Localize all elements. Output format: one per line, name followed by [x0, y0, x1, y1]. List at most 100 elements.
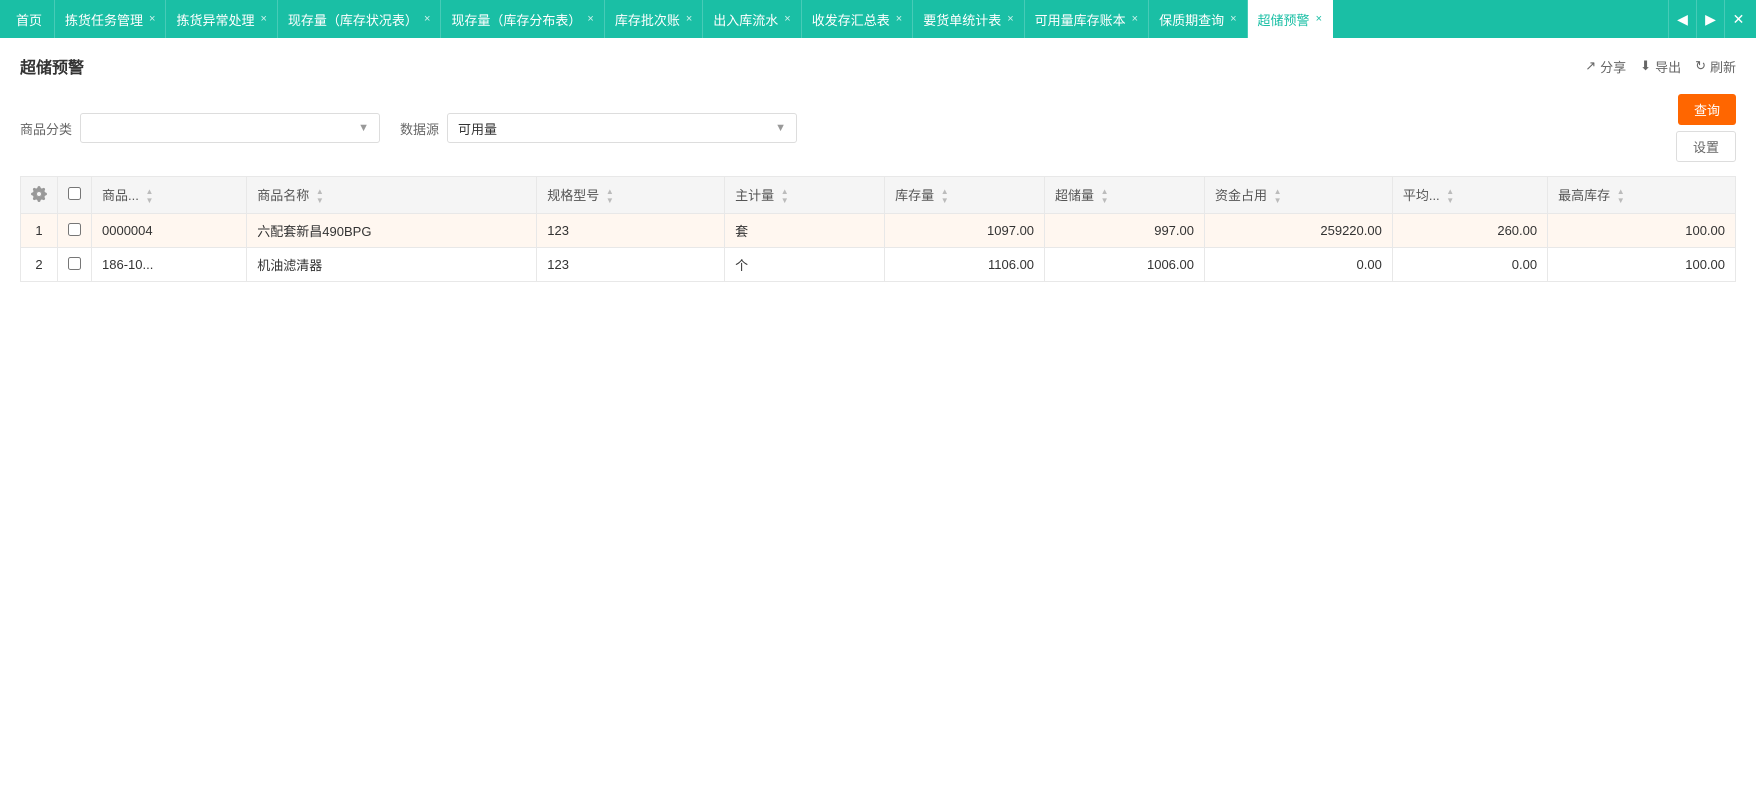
row-spec-0: 123 [537, 214, 725, 248]
tab-t2[interactable]: 拣货异常处理 × [166, 0, 277, 38]
row-stock-1: 1106.00 [885, 248, 1045, 282]
row-avg-0: 260.00 [1392, 214, 1547, 248]
category-chevron-icon: ▼ [358, 122, 369, 134]
data-table: 商品... ▲▼ 商品名称 ▲▼ 规格型号 ▲▼ 主计量 ▲▼ 库存量 ▲▼ 超… [20, 176, 1736, 282]
share-label: 分享 [1600, 57, 1626, 76]
gear-icon [31, 186, 47, 202]
tab-t10[interactable]: 保质期查询 × [1149, 0, 1247, 38]
tab-close-t11[interactable]: × [1316, 13, 1322, 25]
tab-t7[interactable]: 收发存汇总表 × [802, 0, 913, 38]
export-label: 导出 [1655, 57, 1681, 76]
tab-label-t11: 超储预警 [1258, 10, 1310, 29]
row-name-0: 六配套新昌490BPG [247, 214, 537, 248]
tab-label-t5: 库存批次账 [615, 10, 680, 29]
share-button[interactable]: ↗ 分享 [1585, 57, 1626, 76]
row-over-0: 997.00 [1045, 214, 1205, 248]
tab-close-t9[interactable]: × [1132, 13, 1138, 25]
page-header: 超储预警 ↗ 分享 ⬇ 导出 ↻ 刷新 [20, 54, 1736, 78]
tab-label-t9: 可用量库存账本 [1035, 10, 1126, 29]
select-all-checkbox[interactable] [68, 187, 81, 200]
category-filter: 商品分类 ▼ [20, 113, 380, 143]
tab-label-t4: 现存量（库存分布表） [451, 10, 581, 29]
refresh-icon: ↻ [1695, 58, 1706, 74]
row-stock-0: 1097.00 [885, 214, 1045, 248]
tab-close-t4[interactable]: × [587, 13, 593, 25]
tab-close-t10[interactable]: × [1230, 13, 1236, 25]
col-unit-header[interactable]: 主计量 ▲▼ [725, 177, 885, 214]
tab-label-t10: 保质期查询 [1159, 10, 1224, 29]
query-button[interactable]: 查询 [1678, 94, 1736, 125]
tab-label-t2: 拣货异常处理 [176, 10, 254, 29]
col-gear[interactable] [21, 177, 58, 214]
page-container: 超储预警 ↗ 分享 ⬇ 导出 ↻ 刷新 商品分类 ▼ 数据源 [0, 38, 1756, 298]
col-maxstock-header[interactable]: 最高库存 ▲▼ [1548, 177, 1736, 214]
tab-close-t7[interactable]: × [896, 13, 902, 25]
tab-t1[interactable]: 拣货任务管理 × [55, 0, 166, 38]
header-actions: ↗ 分享 ⬇ 导出 ↻ 刷新 [1585, 57, 1736, 76]
tab-label-t6: 出入库流水 [713, 10, 778, 29]
page-title: 超储预警 [20, 54, 84, 78]
row-capital-1: 0.00 [1204, 248, 1392, 282]
export-button[interactable]: ⬇ 导出 [1640, 57, 1681, 76]
row-seq-0: 1 [21, 214, 58, 248]
row-maxstock-1: 100.00 [1548, 248, 1736, 282]
refresh-button[interactable]: ↻ 刷新 [1695, 57, 1736, 76]
col-capital-header[interactable]: 资金占用 ▲▼ [1204, 177, 1392, 214]
tab-t8[interactable]: 要货单统计表 × [913, 0, 1024, 38]
row-code-0: 0000004 [92, 214, 247, 248]
col-avg-header[interactable]: 平均... ▲▼ [1392, 177, 1547, 214]
export-icon: ⬇ [1640, 58, 1651, 74]
row-unit-0: 套 [725, 214, 885, 248]
datasource-filter: 数据源 可用量 ▼ [400, 113, 797, 143]
tab-close-t1[interactable]: × [149, 13, 155, 25]
datasource-value: 可用量 [458, 119, 497, 138]
tab-t4[interactable]: 现存量（库存分布表） × [441, 0, 604, 38]
nav-next-btn[interactable]: ▶ [1696, 0, 1724, 38]
row-checkbox-1[interactable] [68, 257, 81, 270]
col-name-header[interactable]: 商品名称 ▲▼ [247, 177, 537, 214]
tab-close-t8[interactable]: × [1007, 13, 1013, 25]
category-label: 商品分类 [20, 119, 72, 138]
tab-t6[interactable]: 出入库流水 × [703, 0, 801, 38]
tab-label-t8: 要货单统计表 [923, 10, 1001, 29]
table-row: 2 186-10... 机油滤清器 123 个 1106.00 1006.00 … [21, 248, 1736, 282]
col-code-header[interactable]: 商品... ▲▼ [92, 177, 247, 214]
nav-arrows: ◀ ▶ ✕ [1668, 0, 1752, 38]
col-stock-header[interactable]: 库存量 ▲▼ [885, 177, 1045, 214]
row-code-1: 186-10... [92, 248, 247, 282]
row-name-1: 机油滤清器 [247, 248, 537, 282]
row-check-1[interactable] [58, 248, 92, 282]
nav-home[interactable]: 首页 [4, 0, 55, 38]
tab-label-t1: 拣货任务管理 [65, 10, 143, 29]
row-capital-0: 259220.00 [1204, 214, 1392, 248]
row-seq-1: 2 [21, 248, 58, 282]
share-icon: ↗ [1585, 58, 1596, 74]
category-select[interactable]: ▼ [80, 113, 380, 143]
tab-label-t7: 收发存汇总表 [812, 10, 890, 29]
row-unit-1: 个 [725, 248, 885, 282]
tab-t5[interactable]: 库存批次账 × [605, 0, 703, 38]
top-nav: 首页 拣货任务管理 × 拣货异常处理 × 现存量（库存状况表） × 现存量（库存… [0, 0, 1756, 38]
table-row: 1 0000004 六配套新昌490BPG 123 套 1097.00 997.… [21, 214, 1736, 248]
filter-area: 商品分类 ▼ 数据源 可用量 ▼ 查询 设置 [20, 94, 1736, 162]
row-avg-1: 0.00 [1392, 248, 1547, 282]
tab-t11[interactable]: 超储预警 × [1248, 0, 1333, 38]
col-check-header[interactable] [58, 177, 92, 214]
row-checkbox-0[interactable] [68, 223, 81, 236]
tab-close-t5[interactable]: × [686, 13, 692, 25]
nav-prev-btn[interactable]: ◀ [1668, 0, 1696, 38]
row-spec-1: 123 [537, 248, 725, 282]
row-maxstock-0: 100.00 [1548, 214, 1736, 248]
tab-t9[interactable]: 可用量库存账本 × [1025, 0, 1149, 38]
nav-expand-btn[interactable]: ✕ [1724, 0, 1752, 38]
settings-button[interactable]: 设置 [1676, 131, 1736, 162]
tab-close-t3[interactable]: × [424, 13, 430, 25]
col-over-header[interactable]: 超储量 ▲▼ [1045, 177, 1205, 214]
tab-close-t2[interactable]: × [260, 13, 266, 25]
row-check-0[interactable] [58, 214, 92, 248]
datasource-select[interactable]: 可用量 ▼ [447, 113, 797, 143]
tab-close-t6[interactable]: × [784, 13, 790, 25]
tab-t3[interactable]: 现存量（库存状况表） × [278, 0, 441, 38]
col-spec-header[interactable]: 规格型号 ▲▼ [537, 177, 725, 214]
refresh-label: 刷新 [1710, 57, 1736, 76]
